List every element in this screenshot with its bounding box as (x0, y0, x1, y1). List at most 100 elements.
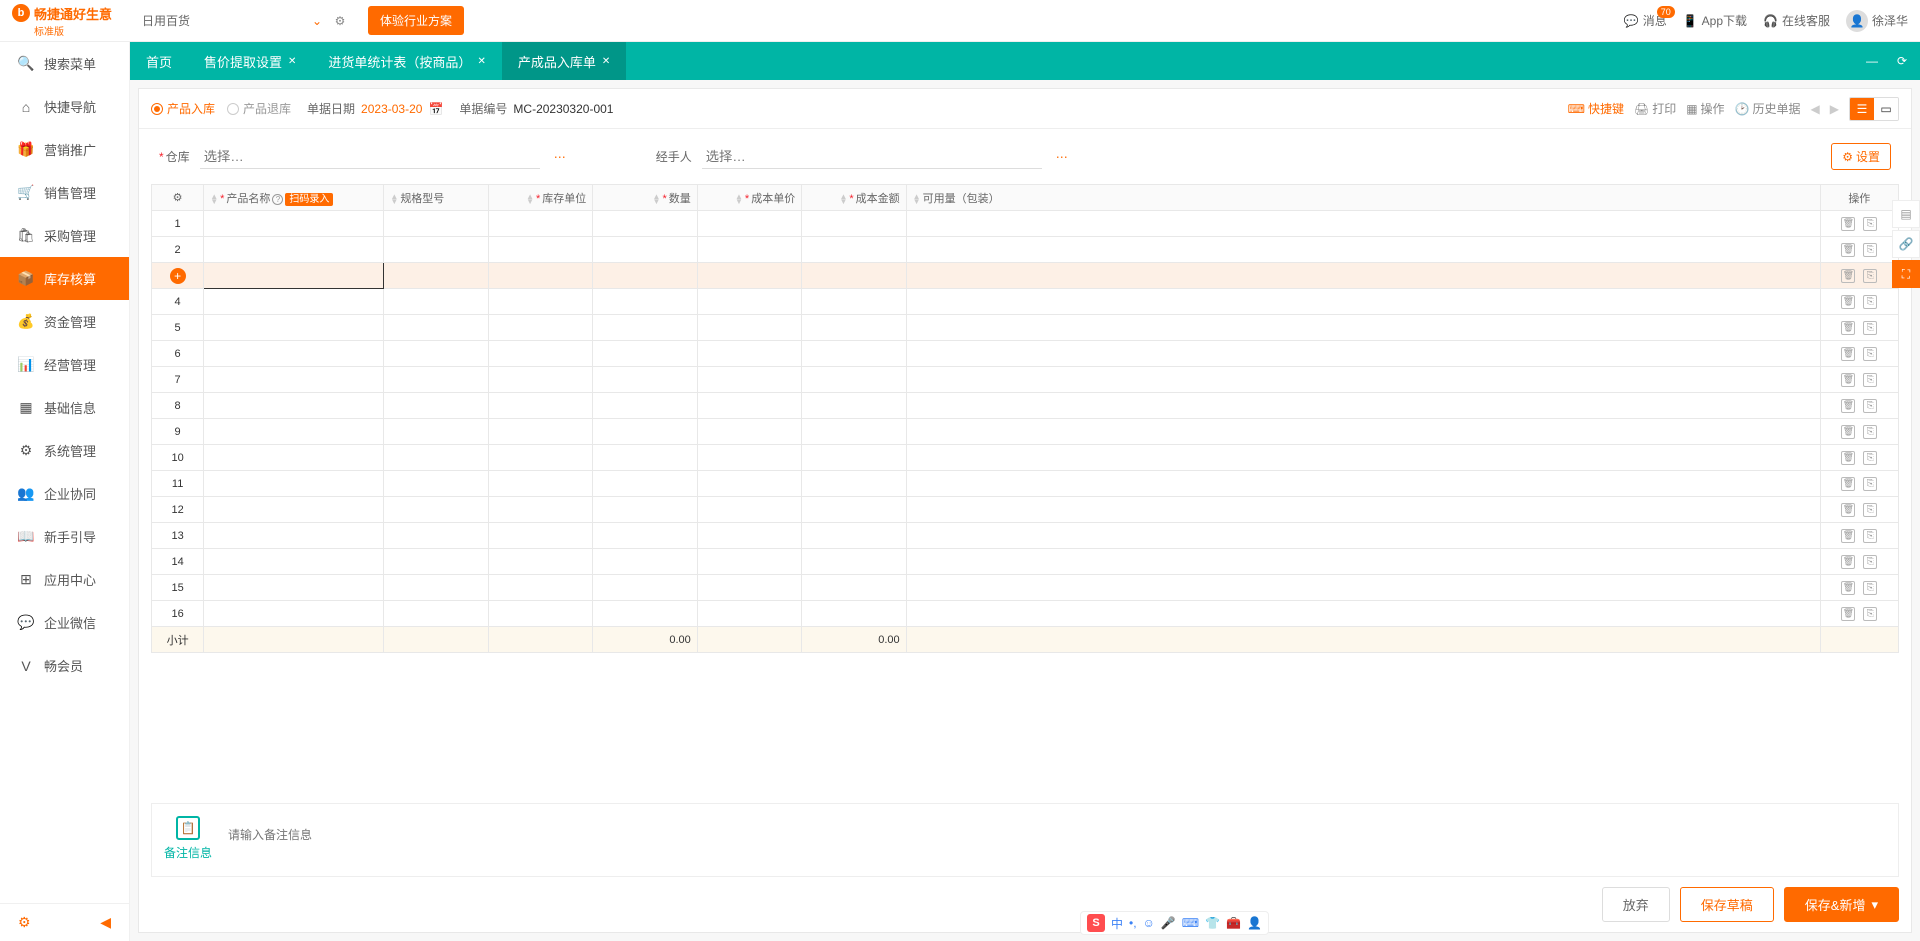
cell-price[interactable] (697, 367, 801, 393)
cell-qty[interactable] (593, 367, 697, 393)
history-link[interactable]: 🕑历史单据 (1735, 100, 1801, 117)
cell-available[interactable] (906, 315, 1820, 341)
cell-unit[interactable] (488, 575, 592, 601)
copy-row-button[interactable]: ⎘ (1863, 373, 1877, 387)
next-doc-button[interactable]: ▶ (1830, 102, 1839, 116)
cell-unit[interactable] (488, 497, 592, 523)
cell-amount[interactable] (802, 523, 906, 549)
cell-amount[interactable] (802, 289, 906, 315)
cell-spec[interactable] (384, 341, 488, 367)
delete-row-button[interactable]: 🗑 (1841, 451, 1855, 465)
table-row[interactable]: 7🗑⎘ (152, 367, 1899, 393)
table-row[interactable]: 8🗑⎘ (152, 393, 1899, 419)
cell-available[interactable] (906, 393, 1820, 419)
cell-unit[interactable] (488, 315, 592, 341)
copy-row-button[interactable]: ⎘ (1863, 321, 1877, 335)
cell-available[interactable] (906, 289, 1820, 315)
delete-row-button[interactable]: 🗑 (1841, 425, 1855, 439)
cell-available[interactable] (906, 419, 1820, 445)
cell-unit[interactable] (488, 601, 592, 627)
ime-lang[interactable]: 中 (1111, 915, 1123, 932)
cell-name[interactable] (204, 367, 384, 393)
cell-unit[interactable] (488, 419, 592, 445)
delete-row-button[interactable]: 🗑 (1841, 607, 1855, 621)
cell-qty[interactable] (593, 445, 697, 471)
cell-price[interactable] (697, 549, 801, 575)
cell-name[interactable] (204, 497, 384, 523)
copy-row-button[interactable]: ⎘ (1863, 581, 1877, 595)
tab-2[interactable]: 进货单统计表（按商品）✕ (312, 42, 501, 80)
remark-input[interactable] (228, 816, 1886, 864)
ime-mic-icon[interactable]: 🎤 (1161, 916, 1176, 930)
cell-available[interactable] (906, 601, 1820, 627)
table-row[interactable]: 2🗑⎘ (152, 237, 1899, 263)
cell-amount[interactable] (802, 315, 906, 341)
delete-row-button[interactable]: 🗑 (1841, 581, 1855, 595)
copy-row-button[interactable]: ⎘ (1863, 425, 1877, 439)
sidebar-item-chart[interactable]: 📊经营管理 (0, 343, 129, 386)
sidebar-item-vip[interactable]: V畅会员 (0, 644, 129, 687)
cell-available[interactable] (906, 523, 1820, 549)
cell-price[interactable] (697, 523, 801, 549)
cell-name[interactable] (204, 237, 384, 263)
warehouse-input[interactable] (200, 145, 540, 169)
col-gear[interactable]: ⚙ (152, 185, 204, 211)
delete-row-button[interactable]: 🗑 (1841, 399, 1855, 413)
shortcut-link[interactable]: ⌨快捷键 (1568, 100, 1624, 117)
cell-available[interactable] (906, 549, 1820, 575)
cell-unit[interactable] (488, 341, 592, 367)
cell-name[interactable] (204, 263, 384, 289)
sidebar-item-home[interactable]: ⌂快捷导航 (0, 85, 129, 128)
table-row[interactable]: 4🗑⎘ (152, 289, 1899, 315)
sidebar-collapse-button[interactable]: ◀ (100, 914, 111, 931)
close-icon[interactable]: ✕ (288, 56, 296, 67)
cell-spec[interactable] (384, 211, 488, 237)
cell-amount[interactable] (802, 601, 906, 627)
cell-price[interactable] (697, 497, 801, 523)
cell-spec[interactable] (384, 289, 488, 315)
delete-row-button[interactable]: 🗑 (1841, 269, 1855, 283)
cell-name[interactable] (204, 445, 384, 471)
sidebar-item-box[interactable]: 📦库存核算 (0, 257, 129, 300)
table-row[interactable]: 10🗑⎘ (152, 445, 1899, 471)
user-menu[interactable]: 👤 徐泽华 (1846, 10, 1908, 32)
ime-toolbox-icon[interactable]: 🧰 (1226, 916, 1241, 930)
cell-unit[interactable] (488, 237, 592, 263)
experience-button[interactable]: 体验行业方案 (368, 6, 464, 35)
cell-available[interactable] (906, 341, 1820, 367)
cell-name[interactable] (204, 315, 384, 341)
table-row[interactable]: 13🗑⎘ (152, 523, 1899, 549)
cell-price[interactable] (697, 601, 801, 627)
sidebar-item-guide[interactable]: 📖新手引导 (0, 515, 129, 558)
copy-row-button[interactable]: ⎘ (1863, 529, 1877, 543)
cell-spec[interactable] (384, 315, 488, 341)
category-dropdown[interactable]: 日用百货 ⌄ (142, 8, 322, 34)
cell-unit[interactable] (488, 523, 592, 549)
cell-price[interactable] (697, 419, 801, 445)
cell-available[interactable] (906, 497, 1820, 523)
cell-spec[interactable] (384, 471, 488, 497)
cell-name[interactable] (204, 471, 384, 497)
cell-spec[interactable] (384, 237, 488, 263)
tab-0[interactable]: 首页 (130, 42, 188, 80)
cell-amount[interactable] (802, 419, 906, 445)
date-value[interactable]: 2023-03-20 (361, 102, 422, 116)
cell-amount[interactable] (802, 367, 906, 393)
handler-input[interactable] (702, 145, 1042, 169)
cell-name[interactable] (204, 341, 384, 367)
table-row[interactable]: 14🗑⎘ (152, 549, 1899, 575)
cell-spec[interactable] (384, 393, 488, 419)
delete-row-button[interactable]: 🗑 (1841, 217, 1855, 231)
tab-3[interactable]: 产成品入库单✕ (502, 42, 626, 80)
cell-qty[interactable] (593, 523, 697, 549)
ime-skin-icon[interactable]: 👕 (1205, 916, 1220, 930)
cell-name[interactable] (204, 393, 384, 419)
cell-qty[interactable] (593, 471, 697, 497)
cell-spec[interactable] (384, 367, 488, 393)
table-row[interactable]: +🗑⎘ (152, 263, 1899, 289)
cell-name[interactable] (204, 549, 384, 575)
cell-qty[interactable] (593, 211, 697, 237)
handler-more-button[interactable]: ⋯ (1056, 150, 1068, 164)
save-new-button[interactable]: 保存&新增 ▾ (1784, 887, 1899, 922)
sidebar-item-cart[interactable]: 🛒销售管理 (0, 171, 129, 214)
